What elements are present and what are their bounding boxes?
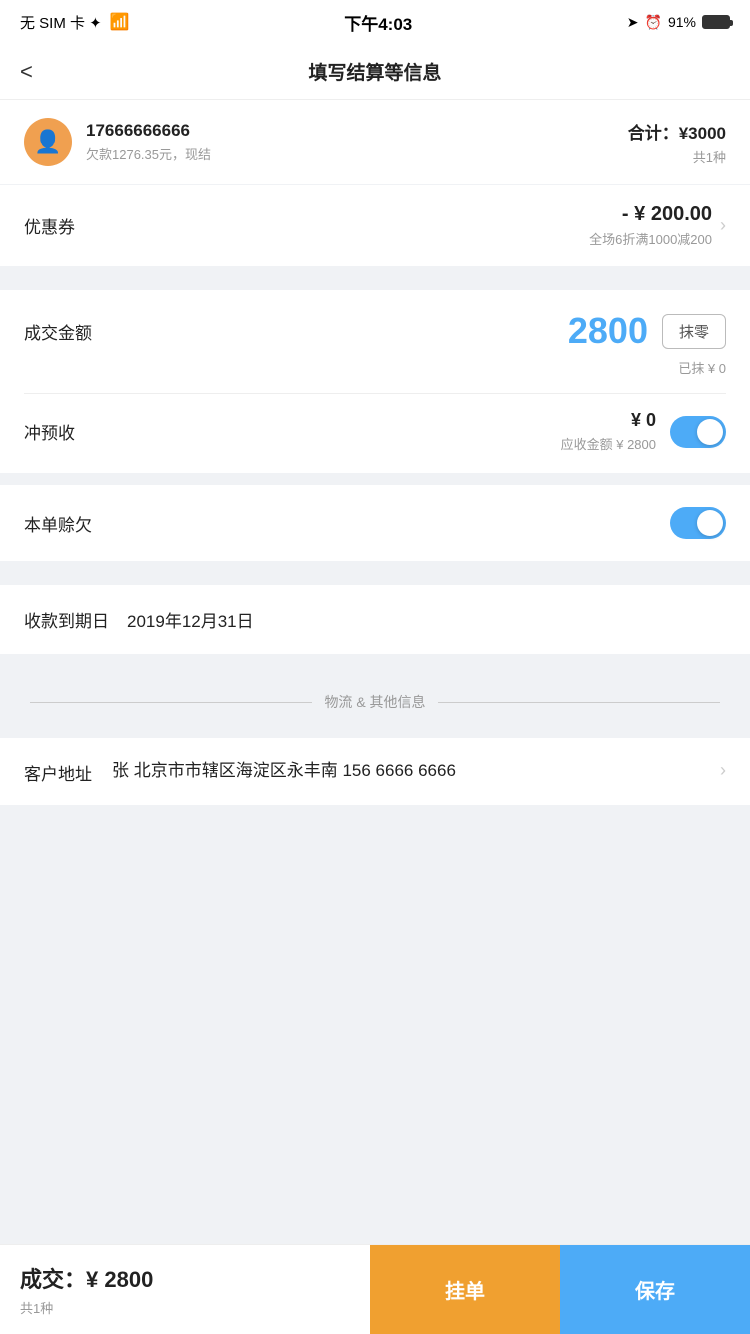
prereceive-sub: 应收金额 ¥ 2800 <box>561 434 656 453</box>
user-count: 共1种 <box>628 147 726 166</box>
separator-4 <box>0 666 750 678</box>
bottom-deal: 成交：¥ 2800 <box>20 1262 350 1294</box>
duedate-label: 收款到期日 <box>24 607 109 632</box>
divider-line-right <box>438 702 720 703</box>
avatar: 👤 <box>24 118 72 166</box>
coupon-chevron-icon: › <box>720 215 726 236</box>
prereceive-row: 冲预收 ¥ 0 应收金额 ¥ 2800 <box>24 410 726 453</box>
user-row: 👤 17666666666 欠款1276.35元，现结 合计：¥3000 共1种 <box>0 100 750 185</box>
prereceive-right: ¥ 0 应收金额 ¥ 2800 <box>561 410 726 453</box>
duedate-value: 2019年12月31日 <box>127 607 254 632</box>
coupon-desc: 全场6折满1000减200 <box>589 229 712 248</box>
coupon-row[interactable]: 优惠券 - ¥ 200.00 全场6折满1000减200 › <box>0 185 750 266</box>
prereceive-toggle[interactable] <box>670 416 726 448</box>
address-chevron-icon: › <box>720 758 726 781</box>
toggle-knob-1 <box>697 419 723 445</box>
separator-1 <box>0 278 750 290</box>
coupon-amount: - ¥ 200.00 <box>589 203 712 226</box>
user-left: 👤 17666666666 欠款1276.35元，现结 <box>24 118 211 166</box>
hold-button[interactable]: 挂单 <box>370 1245 560 1334</box>
divider-line-left <box>30 702 312 703</box>
separator-3 <box>0 573 750 585</box>
address-content: 张 北京市市辖区海淀区永丰南 156 6666 6666 <box>112 758 710 784</box>
page-title: 填写结算等信息 <box>308 58 441 85</box>
baddebt-section: 本单赊欠 <box>0 485 750 561</box>
status-left: 无 SIM 卡 ✦ 📶 <box>20 12 130 33</box>
prereceive-label: 冲预收 <box>24 419 75 444</box>
prereceive-value: ¥ 0 <box>561 410 656 431</box>
bottom-count: 共1种 <box>20 1298 350 1317</box>
prereceive-amount: ¥ 0 应收金额 ¥ 2800 <box>561 410 656 453</box>
separator-2 <box>0 473 750 485</box>
coupon-right: - ¥ 200.00 全场6折满1000减200 › <box>589 203 726 248</box>
user-info: 17666666666 欠款1276.35元，现结 <box>86 121 211 163</box>
address-section[interactable]: 客户地址 张 北京市市辖区海淀区永丰南 156 6666 6666 › <box>0 738 750 805</box>
amount-section: 成交金额 2800 抹零 已抹 ¥ 0 冲预收 ¥ 0 应收金额 ¥ 2800 <box>0 290 750 473</box>
battery-icon <box>702 15 730 29</box>
user-right: 合计：¥3000 共1种 <box>628 119 726 166</box>
amount-value: 2800 <box>568 310 648 352</box>
bottom-summary: 成交：¥ 2800 共1种 <box>0 1262 370 1317</box>
separator-5 <box>0 726 750 738</box>
coupon-info: - ¥ 200.00 全场6折满1000减200 <box>589 203 712 248</box>
user-total: 合计：¥3000 <box>628 119 726 144</box>
baddebt-label: 本单赊欠 <box>24 511 92 536</box>
gray-area <box>0 817 750 937</box>
wifi-icon: 📶 <box>110 12 130 32</box>
battery-percent: 91% <box>668 14 696 30</box>
coupon-label: 优惠券 <box>24 213 75 238</box>
sim-label: 无 SIM 卡 ✦ <box>20 12 102 33</box>
amount-row: 成交金额 2800 抹零 <box>24 310 726 352</box>
status-right: ➤ ⏰ 91% <box>627 14 730 31</box>
back-button[interactable]: < <box>20 59 33 85</box>
bottom-deal-label: 成交： <box>20 1267 86 1292</box>
status-bar: 无 SIM 卡 ✦ 📶 下午4:03 ➤ ⏰ 91% <box>0 0 750 44</box>
divider-1 <box>24 393 726 394</box>
content: 👤 17666666666 欠款1276.35元，现结 合计：¥3000 共1种… <box>0 100 750 1037</box>
baddebt-toggle[interactable] <box>670 507 726 539</box>
user-phone: 17666666666 <box>86 121 211 141</box>
toggle-knob-2 <box>697 510 723 536</box>
alarm-icon: ⏰ <box>645 14 662 31</box>
logistics-label: 物流 & 其他信息 <box>324 692 425 712</box>
bottom-bar: 成交：¥ 2800 共1种 挂单 保存 <box>0 1244 750 1334</box>
amount-label: 成交金额 <box>24 319 92 344</box>
status-time: 下午4:03 <box>344 10 412 35</box>
amount-sub: 已抹 ¥ 0 <box>24 358 726 377</box>
logistics-divider: 物流 & 其他信息 <box>0 678 750 726</box>
nav-bar: < 填写结算等信息 <box>0 44 750 100</box>
user-debt: 欠款1276.35元，现结 <box>86 144 211 163</box>
duedate-section: 收款到期日 2019年12月31日 <box>0 585 750 654</box>
bottom-deal-amount: ¥ 2800 <box>86 1267 153 1292</box>
location-icon: ➤ <box>627 14 639 31</box>
address-label: 客户地址 <box>24 758 92 785</box>
user-card: 👤 17666666666 欠款1276.35元，现结 合计：¥3000 共1种… <box>0 100 750 266</box>
amount-value-wrap: 2800 抹零 <box>568 310 726 352</box>
round-zero-button[interactable]: 抹零 <box>662 314 726 349</box>
save-button[interactable]: 保存 <box>560 1245 750 1334</box>
